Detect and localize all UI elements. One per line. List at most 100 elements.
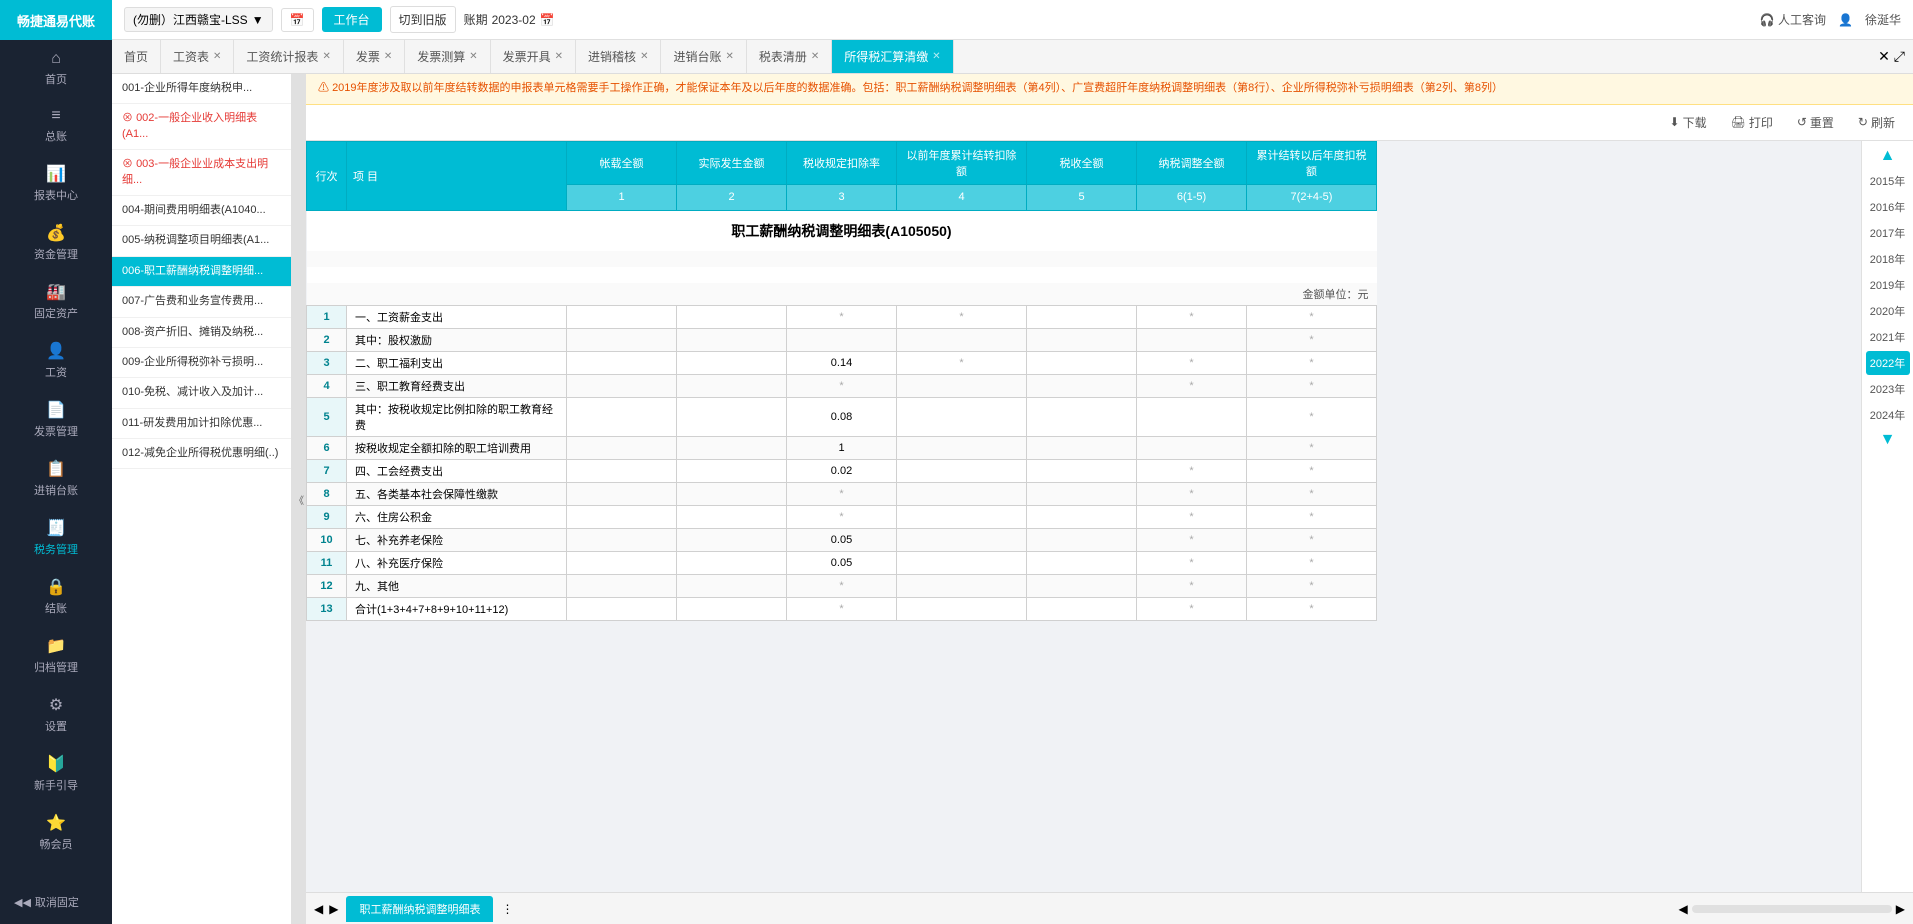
cell-f[interactable] <box>897 528 1027 551</box>
tab-payroll-stats[interactable]: 工资统计报表 ✕ <box>234 40 343 73</box>
cell-h[interactable]: * <box>1137 459 1247 482</box>
calendar-btn[interactable]: 📅 <box>281 8 314 32</box>
cell-i[interactable]: * <box>1247 551 1377 574</box>
cell-h[interactable] <box>1137 397 1247 436</box>
cell-d[interactable] <box>677 397 787 436</box>
list-item-003[interactable]: 003-一般企业业成本支出明细... <box>112 150 291 196</box>
cell-e[interactable]: * <box>787 482 897 505</box>
cell-f[interactable] <box>897 574 1027 597</box>
cell-i[interactable]: * <box>1247 305 1377 328</box>
cell-e[interactable]: 0.14 <box>787 351 897 374</box>
list-item-006[interactable]: 006-职工薪酬纳税调整明细... <box>112 257 291 287</box>
sidebar-item-fixed-assets[interactable]: 🏭 固定资产 <box>0 272 112 331</box>
close-icon[interactable]: ✕ <box>213 51 221 62</box>
tab-invoice[interactable]: 发票 ✕ <box>344 40 405 73</box>
close-icon[interactable]: ✕ <box>322 51 330 62</box>
cell-e[interactable]: 0.05 <box>787 551 897 574</box>
workbench-btn[interactable]: 工作台 <box>322 7 382 32</box>
close-tab-icon[interactable]: ✕ <box>1878 48 1890 65</box>
cell-f[interactable] <box>897 505 1027 528</box>
cell-i[interactable]: * <box>1247 436 1377 459</box>
cell-d[interactable] <box>677 374 787 397</box>
cell-i[interactable]: * <box>1247 482 1377 505</box>
cell-e[interactable]: * <box>787 574 897 597</box>
cell-e[interactable]: * <box>787 374 897 397</box>
cell-h[interactable]: * <box>1137 351 1247 374</box>
close-icon[interactable]: ✕ <box>640 51 648 62</box>
cell-f[interactable]: * <box>897 351 1027 374</box>
year-2017[interactable]: 2017年 <box>1866 221 1910 245</box>
cell-h[interactable] <box>1137 436 1247 459</box>
sidebar-item-report-center[interactable]: 📊 报表中心 <box>0 154 112 213</box>
year-2022[interactable]: 2022年 <box>1866 351 1910 375</box>
cell-d[interactable] <box>677 305 787 328</box>
cell-c[interactable] <box>567 482 677 505</box>
refresh-btn[interactable]: ↻ 刷新 <box>1852 111 1901 134</box>
sidebar-item-sales-ledger[interactable]: 📋 进销台账 <box>0 449 112 508</box>
cell-c[interactable] <box>567 505 677 528</box>
cell-g[interactable] <box>1027 574 1137 597</box>
cell-i[interactable]: * <box>1247 397 1377 436</box>
list-item-007[interactable]: 007-广告费和业务宣传费用... <box>112 287 291 317</box>
cell-c[interactable] <box>567 574 677 597</box>
switch-period-btn[interactable]: 切到旧版 <box>390 6 456 33</box>
cell-c[interactable] <box>567 305 677 328</box>
sidebar-item-invoice-mgmt[interactable]: 📄 发票管理 <box>0 390 112 449</box>
cell-d[interactable] <box>677 482 787 505</box>
list-item-010[interactable]: 010-免税、减计收入及加计... <box>112 378 291 408</box>
cell-c[interactable] <box>567 436 677 459</box>
list-item-002[interactable]: 002-一般企业收入明细表(A1... <box>112 104 291 150</box>
cell-c[interactable] <box>567 528 677 551</box>
cell-g[interactable] <box>1027 374 1137 397</box>
cell-g[interactable] <box>1027 459 1137 482</box>
cell-d[interactable] <box>677 597 787 620</box>
cell-i[interactable]: * <box>1247 505 1377 528</box>
cell-h[interactable]: * <box>1137 305 1247 328</box>
tab-in-ledger[interactable]: 进销台账 ✕ <box>661 40 746 73</box>
maximize-icon[interactable]: ⤢ <box>1894 48 1905 65</box>
cell-f[interactable] <box>897 482 1027 505</box>
scroll-left-icon[interactable]: ◀ <box>1679 902 1688 916</box>
year-2021[interactable]: 2021年 <box>1866 325 1910 349</box>
cell-h[interactable]: * <box>1137 574 1247 597</box>
cell-h[interactable] <box>1137 328 1247 351</box>
cell-g[interactable] <box>1027 436 1137 459</box>
cell-h[interactable]: * <box>1137 482 1247 505</box>
year-2015[interactable]: 2015年 <box>1866 169 1910 193</box>
tab-tax-clear[interactable]: 税表清册 ✕ <box>747 40 832 73</box>
sidebar-item-member[interactable]: ⭐ 畅会员 <box>0 803 112 862</box>
list-item-011[interactable]: 011-研发费用加计扣除优惠... <box>112 409 291 439</box>
close-icon[interactable]: ✕ <box>384 51 392 62</box>
cell-g[interactable] <box>1027 397 1137 436</box>
year-2024[interactable]: 2024年 <box>1866 403 1910 427</box>
year-2023[interactable]: 2023年 <box>1866 377 1910 401</box>
sidebar-item-payroll[interactable]: 👤 工资 <box>0 331 112 390</box>
list-item-004[interactable]: 004-期间费用明细表(A1040... <box>112 196 291 226</box>
tab-home[interactable]: 首页 <box>112 40 161 73</box>
sheet-nav-left[interactable]: ◀ <box>314 902 323 916</box>
cell-g[interactable] <box>1027 551 1137 574</box>
year-2018[interactable]: 2018年 <box>1866 247 1910 271</box>
cell-c[interactable] <box>567 397 677 436</box>
cell-f[interactable] <box>897 459 1027 482</box>
cell-g[interactable] <box>1027 528 1137 551</box>
collapse-panel-btn[interactable]: 《 <box>292 74 306 924</box>
cell-f[interactable] <box>897 374 1027 397</box>
cell-e[interactable]: 1 <box>787 436 897 459</box>
cell-d[interactable] <box>677 328 787 351</box>
cell-e[interactable] <box>787 328 897 351</box>
support-btn[interactable]: 🎧 人工客询 <box>1760 11 1826 28</box>
cell-d[interactable] <box>677 459 787 482</box>
cell-g[interactable] <box>1027 505 1137 528</box>
cell-c[interactable] <box>567 351 677 374</box>
year-2019[interactable]: 2019年 <box>1866 273 1910 297</box>
tab-invoice-calc[interactable]: 发票测算 ✕ <box>405 40 490 73</box>
close-icon[interactable]: ✕ <box>811 51 819 62</box>
cell-f[interactable] <box>897 551 1027 574</box>
sidebar-item-new-guide[interactable]: 🔰 新手引导 <box>0 744 112 803</box>
list-item-001[interactable]: 001-企业所得年度纳税申... <box>112 74 291 104</box>
cell-h[interactable]: * <box>1137 374 1247 397</box>
tab-invoice-open[interactable]: 发票开具 ✕ <box>491 40 576 73</box>
sidebar-item-settings[interactable]: ⚙ 设置 <box>0 685 112 744</box>
cell-c[interactable] <box>567 459 677 482</box>
